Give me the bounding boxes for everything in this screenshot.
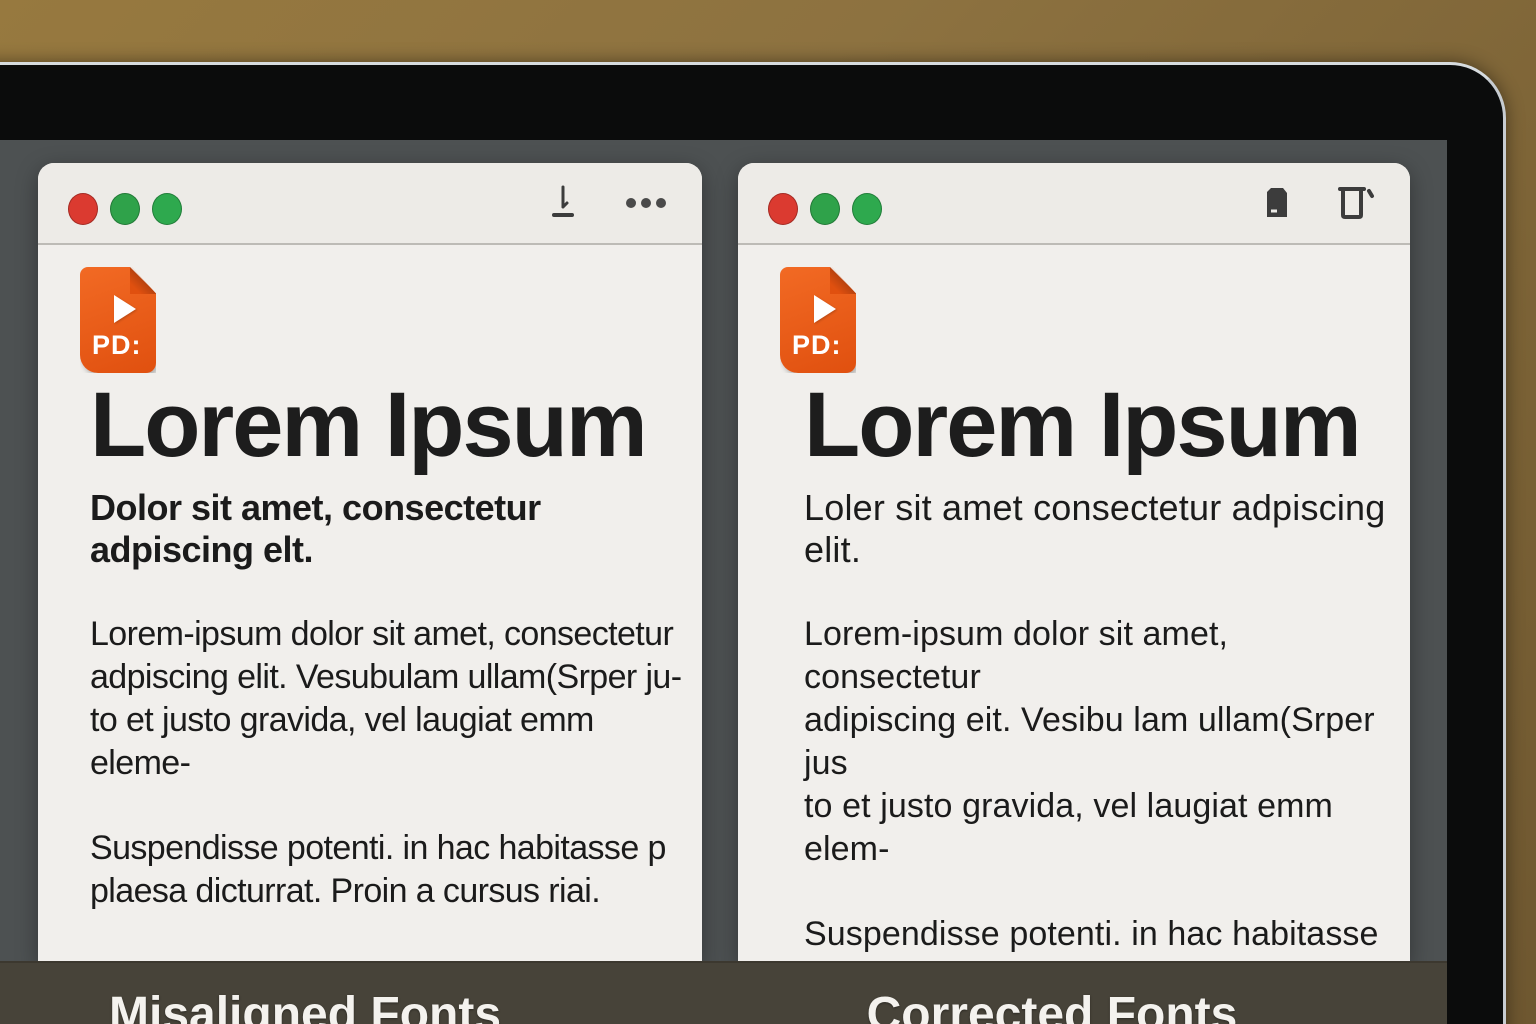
document-subtitle: Loler sit amet consectetur adpiscing eli… [804,487,1386,570]
paragraph-2: Suspendisse potenti. in hac habitasse p … [90,827,682,913]
text-line: Lorem-ipsum dolor sit amet, consectetur [804,615,1229,696]
photo-background: PD: Lorem Ipsum Dolor sit amet, consecte… [0,0,1536,1024]
pdf-fold-corner [130,267,156,294]
text-line: to et justo gravida, vel laugiat emm ele… [90,701,594,782]
pdf-badge-text: PD: [92,330,142,360]
caption-corrected: Corrected Fonts [866,988,1238,1024]
minimize-button[interactable] [110,193,140,225]
text-line: plaesa dicturrat. Proin a cursus riai. [90,872,601,910]
zoom-button[interactable] [152,193,182,225]
minimize-button[interactable] [810,193,840,225]
play-icon [114,295,136,323]
paragraph-1: Lorem-ipsum dolor sit amet, consectetur … [90,613,682,785]
clipboard-icon[interactable] [1336,184,1376,222]
close-button[interactable] [768,193,798,225]
text-line: Suspendisse potenti. in hac habitasse p [90,829,666,867]
download-icon[interactable] [546,183,580,223]
pdf-badge-text: PD: [792,330,842,360]
window-corrected: PD: Lorem Ipsum Loler sit amet consectet… [738,163,1410,1024]
ellipsis-icon[interactable] [624,196,668,210]
window-misaligned: PD: Lorem Ipsum Dolor sit amet, consecte… [38,163,702,995]
caption-band: Misaligned Fonts Corrected Fonts [0,961,1447,1024]
document-heading: Lorem Ipsum [90,374,648,476]
document-icon[interactable] [1262,184,1292,222]
laptop-bezel: PD: Lorem Ipsum Dolor sit amet, consecte… [0,62,1506,1024]
text-line: Lorem-ipsum dolor sit amet, consectetur [90,615,674,653]
document-heading: Lorem Ipsum [804,374,1362,476]
zoom-button[interactable] [852,193,882,225]
pdf-file-icon[interactable]: PD: [780,267,856,373]
text-line: adipiscing eit. Vesibu lam ullam(Srper j… [804,701,1375,782]
pdf-fold-corner [830,267,856,294]
paragraph-1: Lorem-ipsum dolor sit amet, consectetur … [804,613,1390,871]
traffic-lights [68,193,182,225]
play-icon [814,295,836,323]
pdf-file-icon[interactable]: PD: [80,267,156,373]
text-line: adpiscing elit. Vesubulam ullam(Srper ju… [90,658,682,696]
laptop-screen: PD: Lorem Ipsum Dolor sit amet, consecte… [0,140,1447,1024]
traffic-lights [768,193,882,225]
caption-misaligned: Misaligned Fonts [108,988,502,1024]
titlebar[interactable] [738,163,1410,245]
close-button[interactable] [68,193,98,225]
text-line: to et justo gravida, vel laugiat emm ele… [804,787,1333,868]
document-subtitle: Dolor sit amet, consectetur adpiscing el… [90,487,541,570]
titlebar[interactable] [38,163,702,245]
